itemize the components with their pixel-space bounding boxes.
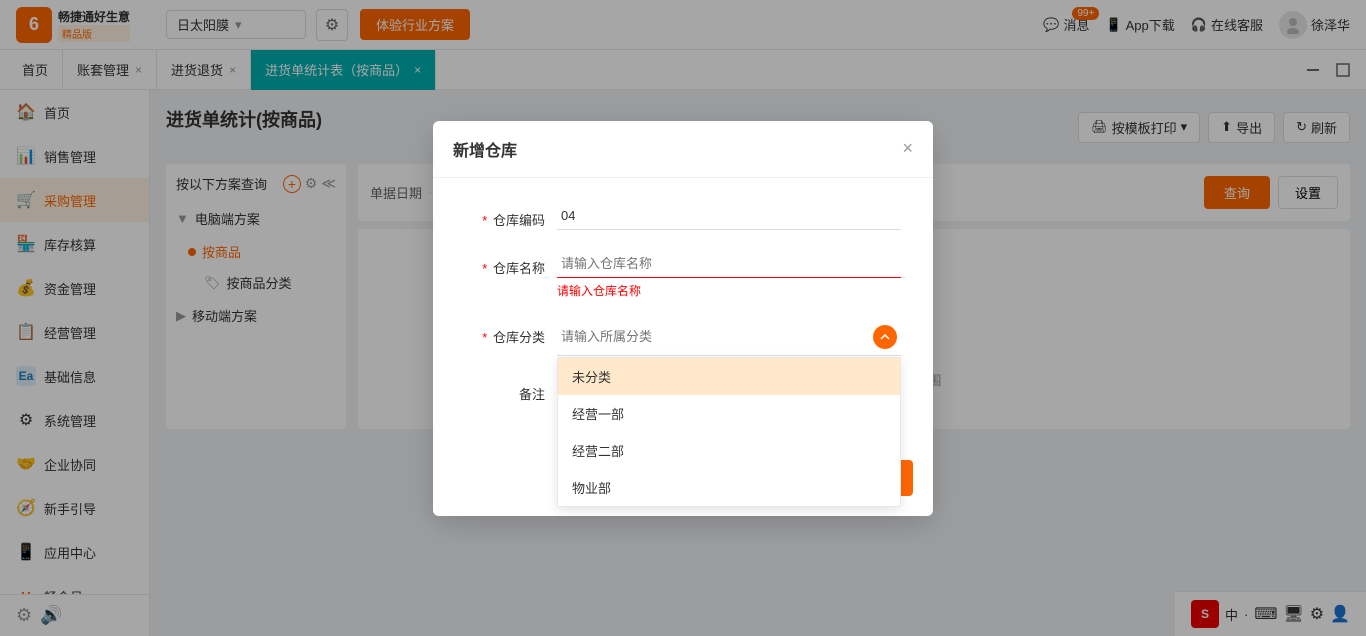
form-row-name: * 仓库名称 请输入仓库名称 bbox=[465, 250, 901, 299]
form-row-code: * 仓库编码 bbox=[465, 202, 901, 230]
category-dropdown-arrow[interactable] bbox=[873, 325, 897, 349]
modal-overlay[interactable]: 新增仓库 × * 仓库编码 * 仓库名称 bbox=[0, 0, 1366, 636]
form-row-category: * 仓库分类 未分类 经营一部 经营二部 物业部 bbox=[465, 319, 901, 356]
warehouse-name-input[interactable] bbox=[557, 250, 901, 278]
name-label: * 仓库名称 bbox=[465, 250, 545, 277]
name-error-msg: 请输入仓库名称 bbox=[557, 282, 901, 299]
code-field-wrapper bbox=[557, 202, 901, 230]
note-label: 备注 bbox=[465, 376, 545, 403]
dropdown-item-dept2[interactable]: 经营二部 bbox=[558, 432, 900, 469]
modal-header: 新增仓库 × bbox=[433, 121, 933, 178]
category-field-wrapper: 未分类 经营一部 经营二部 物业部 bbox=[557, 319, 901, 356]
name-field-wrapper: 请输入仓库名称 bbox=[557, 250, 901, 299]
category-label: * 仓库分类 bbox=[465, 319, 545, 346]
modal-title: 新增仓库 bbox=[453, 137, 517, 161]
warehouse-code-input[interactable] bbox=[557, 202, 901, 230]
category-input[interactable] bbox=[561, 329, 873, 344]
dropdown-item-uncategorized[interactable]: 未分类 bbox=[558, 358, 900, 395]
code-label: * 仓库编码 bbox=[465, 202, 545, 229]
modal-close-btn[interactable]: × bbox=[902, 138, 913, 159]
dropdown-item-property[interactable]: 物业部 bbox=[558, 469, 900, 506]
new-warehouse-modal: 新增仓库 × * 仓库编码 * 仓库名称 bbox=[433, 121, 933, 516]
category-dropdown-trigger[interactable] bbox=[557, 319, 901, 356]
dropdown-item-dept1[interactable]: 经营一部 bbox=[558, 395, 900, 432]
category-dropdown-list: 未分类 经营一部 经营二部 物业部 bbox=[557, 357, 901, 507]
modal-body: * 仓库编码 * 仓库名称 请输入仓库名称 bbox=[433, 178, 933, 448]
